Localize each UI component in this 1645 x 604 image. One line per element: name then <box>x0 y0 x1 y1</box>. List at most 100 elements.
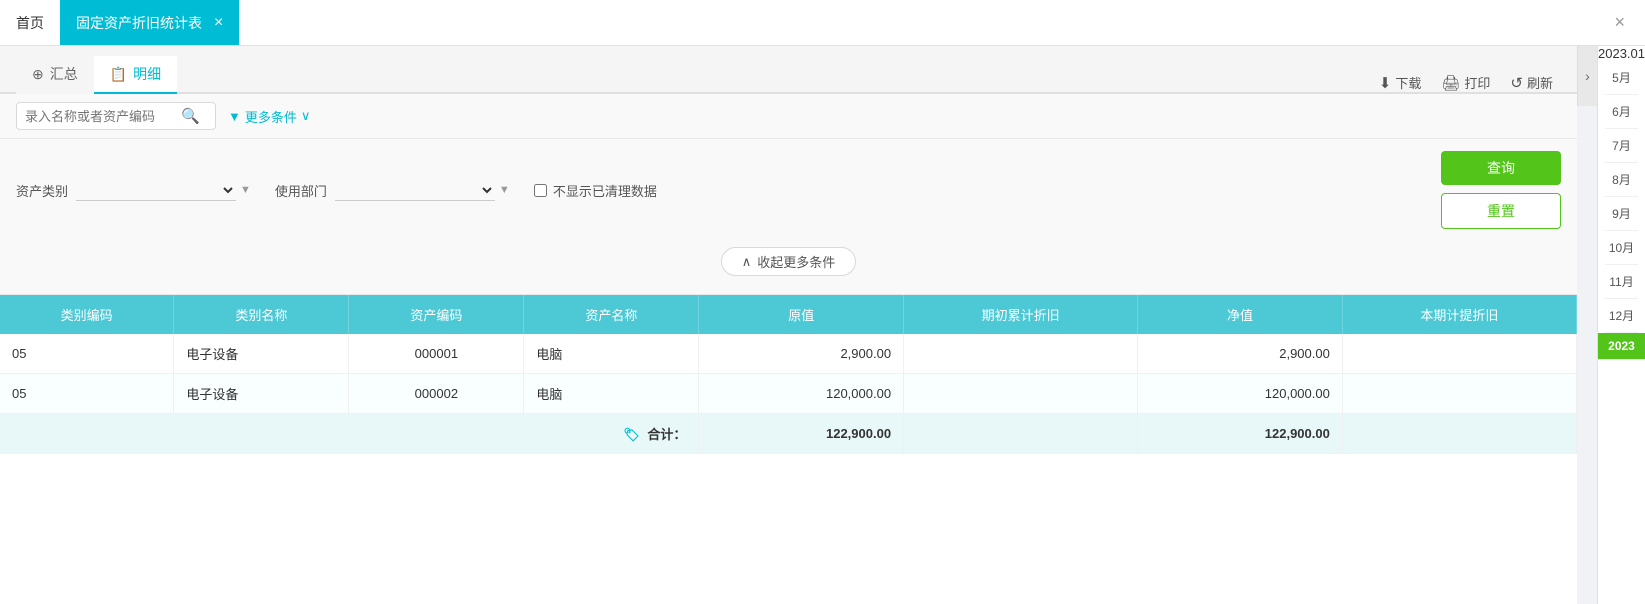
reset-button[interactable]: 重置 <box>1441 193 1561 229</box>
month-sidebar: 2023.01 5月6月7月8月9月10月11月12月 2023 <box>1597 46 1645 604</box>
department-label: 使用部门 <box>275 181 327 200</box>
total-original-value: 122,900.00 <box>699 414 904 454</box>
total-row: 🏷 合计： 122,900.00 122,900.00 <box>0 414 1577 454</box>
month-item[interactable]: 9月 <box>1605 197 1638 231</box>
more-filter-label: 更多条件 <box>245 107 297 126</box>
cell-asset-code: 000001 <box>349 334 524 374</box>
print-label: 打印 <box>1464 73 1490 92</box>
cell-asset-name: 电脑 <box>524 374 699 414</box>
cell-category-name: 电子设备 <box>174 374 349 414</box>
total-net-value: 122,900.00 <box>1138 414 1343 454</box>
month-item[interactable]: 12月 <box>1605 299 1638 333</box>
cell-net-value: 120,000.00 <box>1138 374 1343 414</box>
table-wrap: 类别编码 类别名称 资产编码 资产名称 原值 期初累计折旧 净值 本期计提折旧 … <box>0 295 1577 604</box>
total-current-depreciation <box>1342 414 1576 454</box>
search-icon[interactable]: 🔍 <box>181 107 200 125</box>
total-icon: 🏷 <box>623 427 640 442</box>
no-cleared-checkbox[interactable] <box>534 184 547 197</box>
search-wrap: 🔍 <box>16 102 216 130</box>
month-item[interactable]: 5月 <box>1605 61 1638 95</box>
col-current-depreciation: 本期计提折旧 <box>1342 295 1576 334</box>
month-item[interactable]: 10月 <box>1605 231 1638 265</box>
total-accumulated-depreciation <box>904 414 1138 454</box>
data-table: 类别编码 类别名称 资产编码 资产名称 原值 期初累计折旧 净值 本期计提折旧 … <box>0 295 1577 454</box>
asset-category-arrow: ▼ <box>240 184 251 196</box>
detail-icon: 📋 <box>110 66 127 83</box>
filter-icon: ▼ <box>228 109 241 124</box>
asset-category-label: 资产类别 <box>16 181 68 200</box>
print-icon: 🖨 <box>1441 74 1460 92</box>
table-row: 05 电子设备 000001 电脑 2,900.00 2,900.00 <box>0 334 1577 374</box>
no-cleared-field: 不显示已清理数据 <box>534 181 657 200</box>
search-input[interactable] <box>25 109 175 124</box>
cell-current-depreciation <box>1342 334 1576 374</box>
refresh-button[interactable]: ↺ 刷新 <box>1510 73 1553 92</box>
no-cleared-label: 不显示已清理数据 <box>553 181 657 200</box>
table-header-row: 类别编码 类别名称 资产编码 资产名称 原值 期初累计折旧 净值 本期计提折旧 <box>0 295 1577 334</box>
col-asset-code: 资产编码 <box>349 295 524 334</box>
cell-category-code: 05 <box>0 374 174 414</box>
adv-filter-row: 资产类别 ▼ 使用部门 ▼ 不显示已清理数据 <box>16 151 1561 229</box>
cell-accumulated-depreciation <box>904 374 1138 414</box>
left-panel: ⊕ 汇总 📋 明细 ⬇ 下载 🖨 打印 ↺ 刷新 <box>0 46 1577 604</box>
chevron-down-icon: ∨ <box>301 108 311 124</box>
cell-asset-code: 000002 <box>349 374 524 414</box>
advanced-filter: 资产类别 ▼ 使用部门 ▼ 不显示已清理数据 <box>0 139 1577 295</box>
active-tab[interactable]: 固定资产折旧统计表 × <box>60 0 239 45</box>
collapse-bar: ∧ 收起更多条件 <box>16 241 1561 282</box>
tab-detail-label: 明细 <box>133 64 161 84</box>
total-label-cell: 🏷 合计： <box>0 414 699 454</box>
department-field: 使用部门 ▼ <box>275 179 510 201</box>
asset-category-select[interactable] <box>76 179 236 201</box>
filter-buttons: 查询 重置 <box>1441 151 1561 229</box>
month-item[interactable]: 11月 <box>1605 265 1638 299</box>
print-button[interactable]: 🖨 打印 <box>1441 73 1490 92</box>
tab-detail[interactable]: 📋 明细 <box>94 56 177 94</box>
refresh-label: 刷新 <box>1527 73 1553 92</box>
date-display: 2023.01 <box>1597 46 1645 61</box>
month-item[interactable]: 7月 <box>1605 129 1638 163</box>
main-content: ⊕ 汇总 📋 明细 ⬇ 下载 🖨 打印 ↺ 刷新 <box>0 46 1645 604</box>
window-close-button[interactable]: × <box>1614 12 1645 33</box>
cell-current-depreciation <box>1342 374 1576 414</box>
asset-category-field: 资产类别 ▼ <box>16 179 251 201</box>
table-row: 05 电子设备 000002 电脑 120,000.00 120,000.00 <box>0 374 1577 414</box>
chevron-right-icon: › <box>1585 68 1590 84</box>
query-button[interactable]: 查询 <box>1441 151 1561 185</box>
more-filter-button[interactable]: ▼ 更多条件 ∨ <box>228 107 310 126</box>
download-label: 下载 <box>1395 73 1421 92</box>
download-button[interactable]: ⬇ 下载 <box>1379 73 1422 92</box>
nav-home[interactable]: 首页 <box>16 13 60 33</box>
tab-row: ⊕ 汇总 📋 明细 ⬇ 下载 🖨 打印 ↺ 刷新 <box>0 46 1577 94</box>
col-category-code: 类别编码 <box>0 295 174 334</box>
department-arrow: ▼ <box>499 184 510 196</box>
cell-asset-name: 电脑 <box>524 334 699 374</box>
total-label: 合计： <box>647 427 686 442</box>
collapse-right-panel-button[interactable]: › <box>1577 46 1597 106</box>
collapse-label: 收起更多条件 <box>757 252 835 271</box>
tab-summary-label: 汇总 <box>50 64 78 84</box>
col-asset-name: 资产名称 <box>524 295 699 334</box>
cell-category-code: 05 <box>0 334 174 374</box>
cell-category-name: 电子设备 <box>174 334 349 374</box>
col-accumulated-depreciation: 期初累计折旧 <box>904 295 1138 334</box>
year-badge[interactable]: 2023 <box>1598 333 1645 360</box>
department-select[interactable] <box>335 179 495 201</box>
active-tab-label: 固定资产折旧统计表 <box>76 13 202 33</box>
month-item[interactable]: 8月 <box>1605 163 1638 197</box>
cell-original-value: 2,900.00 <box>699 334 904 374</box>
col-category-name: 类别名称 <box>174 295 349 334</box>
tab-summary[interactable]: ⊕ 汇总 <box>16 56 94 94</box>
summary-icon: ⊕ <box>32 66 44 83</box>
collapse-button[interactable]: ∧ 收起更多条件 <box>721 247 857 276</box>
tab-close-button[interactable]: × <box>214 14 223 32</box>
top-nav: 首页 固定资产折旧统计表 × × <box>0 0 1645 46</box>
month-item[interactable]: 6月 <box>1605 95 1638 129</box>
col-net-value: 净值 <box>1138 295 1343 334</box>
download-icon: ⬇ <box>1379 74 1392 92</box>
filter-row: 🔍 ▼ 更多条件 ∨ <box>0 94 1577 139</box>
cell-original-value: 120,000.00 <box>699 374 904 414</box>
cell-net-value: 2,900.00 <box>1138 334 1343 374</box>
col-original-value: 原值 <box>699 295 904 334</box>
cell-accumulated-depreciation <box>904 334 1138 374</box>
